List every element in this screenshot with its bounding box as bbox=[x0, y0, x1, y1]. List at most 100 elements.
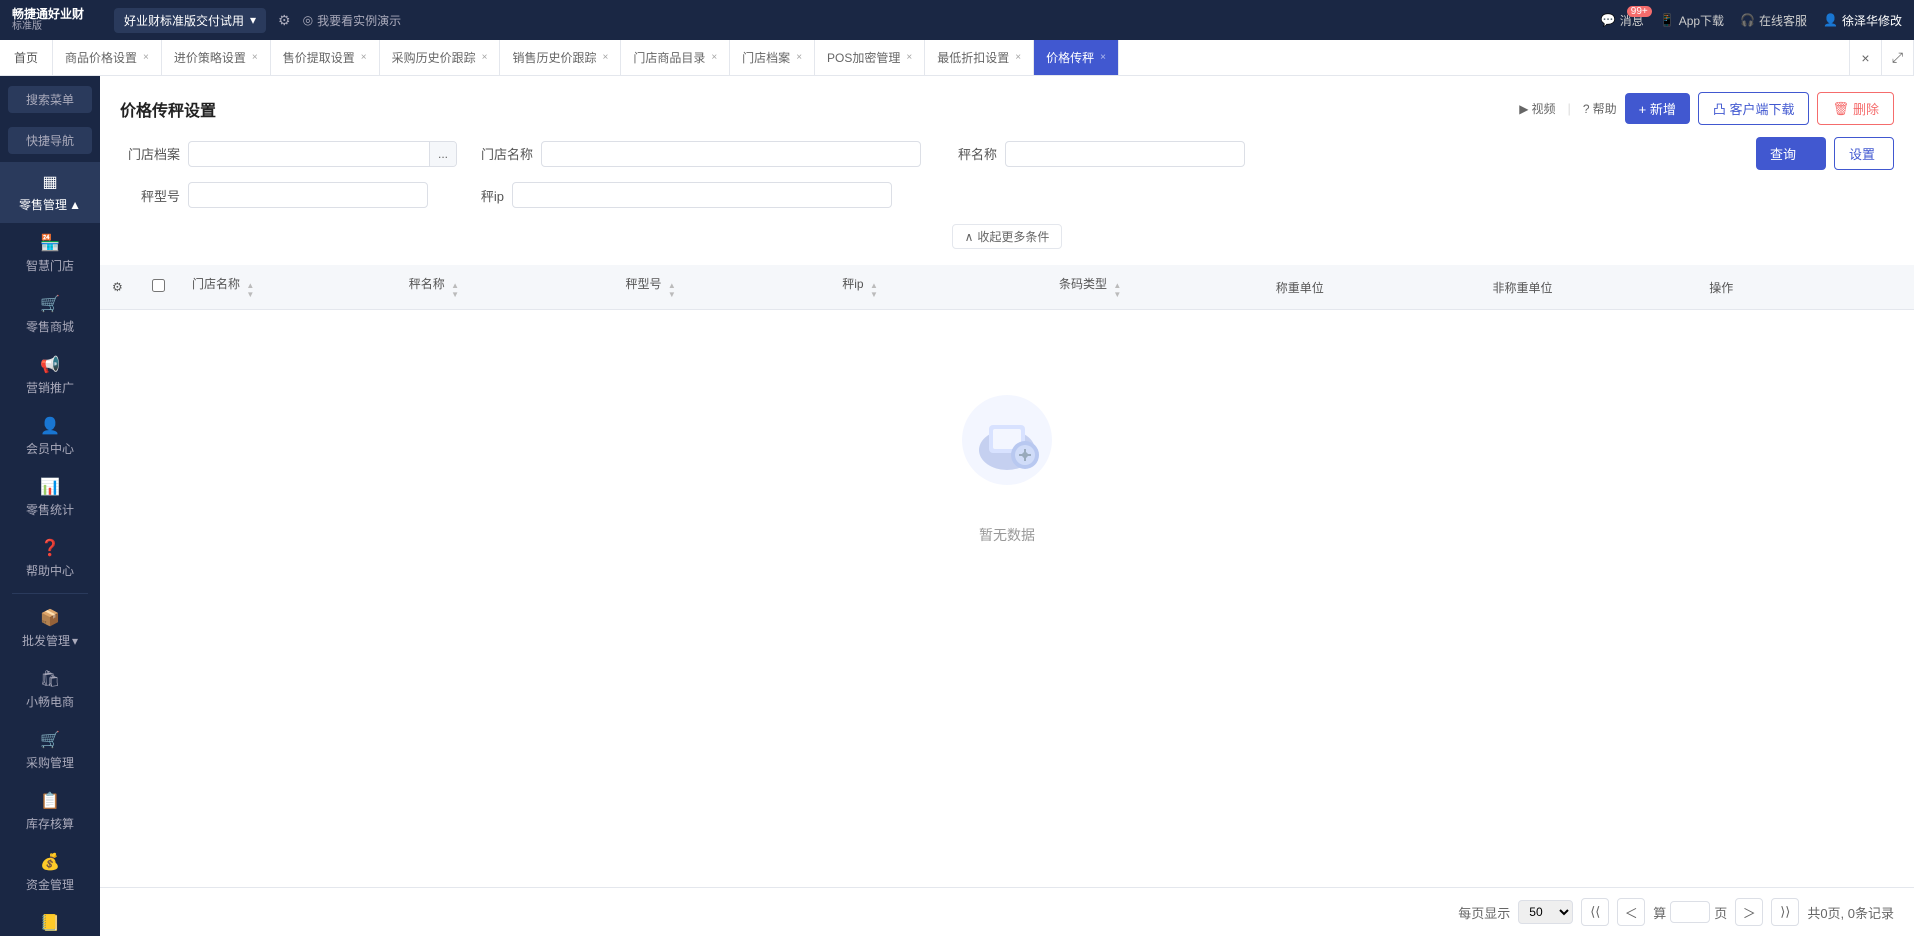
th-store-name[interactable]: 门店名称 ▲▼ bbox=[180, 265, 397, 310]
search-menu-button[interactable]: 搜索菜单 bbox=[8, 86, 92, 113]
tab-home[interactable]: 首页 bbox=[0, 40, 53, 76]
inventory-icon: 📋 bbox=[40, 791, 60, 811]
sidebar-item-retail-mall[interactable]: 🛒 零售商城 bbox=[0, 284, 100, 345]
stats-icon: 📊 bbox=[40, 477, 60, 497]
settings-button[interactable]: 设置 bbox=[1834, 137, 1894, 170]
close-icon[interactable]: × bbox=[143, 52, 149, 63]
user-icon: 👤 bbox=[1823, 13, 1838, 27]
last-page-button[interactable]: ⟩⟩ bbox=[1771, 898, 1799, 926]
tab-active[interactable]: 价格传秤 × bbox=[1034, 40, 1119, 76]
sort-icon: ▲▼ bbox=[668, 281, 676, 299]
filter-row-2: 秤型号 秤ip bbox=[120, 182, 1894, 208]
sidebar-item-retail-management[interactable]: ▦ 零售管理 ▲ bbox=[0, 162, 100, 223]
select-all-checkbox[interactable] bbox=[152, 279, 165, 292]
video-icon: ▶ bbox=[1519, 102, 1528, 116]
delete-button[interactable]: 🗑 删除 bbox=[1817, 92, 1894, 125]
scale-model-label: 秤型号 bbox=[120, 186, 180, 205]
query-button[interactable]: 查询 bbox=[1756, 137, 1826, 170]
close-icon[interactable]: × bbox=[796, 52, 802, 63]
tab-item[interactable]: 商品价格设置 × bbox=[53, 40, 162, 76]
logo-area: 畅捷通好业财 标准版 bbox=[12, 7, 102, 33]
filter-section: 价格传秤设置 ▶ 视频 | ? 帮助 + 新增 凸 客户端下载 bbox=[100, 76, 1914, 265]
sidebar-item-finance[interactable]: 💰 资金管理 bbox=[0, 842, 100, 903]
main-layout: 搜索菜单 快捷导航 ▦ 零售管理 ▲ 🏪 智慧门店 🛒 bbox=[0, 76, 1914, 936]
close-icon[interactable]: × bbox=[906, 52, 912, 63]
logo-sub: 标准版 bbox=[12, 21, 102, 33]
tab-item[interactable]: 门店商品目录 × bbox=[621, 40, 730, 76]
page-number-input[interactable]: 1 bbox=[1670, 901, 1710, 923]
store-file-dots-button[interactable]: ... bbox=[429, 142, 456, 166]
th-scale-model[interactable]: 秤型号 ▲▼ bbox=[614, 265, 831, 310]
tab-item[interactable]: POS加密管理 × bbox=[815, 40, 925, 76]
version-select[interactable]: 好业财标准版交付试用 ▾ bbox=[114, 8, 266, 33]
sidebar-item-inventory[interactable]: 📋 库存核算 bbox=[0, 781, 100, 842]
pagination-bar: 每页显示 10 20 50 100 ⟨⟨ ＜ 算 1 页 ＞ ⟩⟩ 共0页, 0… bbox=[100, 887, 1914, 936]
tab-bar: 首页 商品价格设置 × 进价策略设置 × 售价提取设置 × 采购历史价跟踪 × … bbox=[0, 40, 1914, 76]
first-page-button[interactable]: ⟨⟨ bbox=[1581, 898, 1609, 926]
sidebar-item-retail-stats[interactable]: 📊 零售统计 bbox=[0, 467, 100, 528]
user-menu[interactable]: 👤 徐泽华修改 bbox=[1823, 12, 1902, 29]
service-icon: 🎧 bbox=[1740, 13, 1755, 27]
sidebar-item-member-center[interactable]: 👤 会员中心 bbox=[0, 406, 100, 467]
th-scale-ip[interactable]: 秤ip ▲▼ bbox=[830, 265, 1047, 310]
page-size-label: 每页显示 bbox=[1458, 903, 1510, 922]
sidebar-item-help[interactable]: ❓ 帮助中心 bbox=[0, 528, 100, 589]
close-icon[interactable]: × bbox=[602, 52, 608, 63]
close-icon[interactable]: × bbox=[711, 52, 717, 63]
ecommerce-icon: 🛍 bbox=[40, 669, 60, 689]
sidebar: 搜索菜单 快捷导航 ▦ 零售管理 ▲ 🏪 智慧门店 🛒 bbox=[0, 76, 100, 936]
page-size-select[interactable]: 10 20 50 100 bbox=[1518, 900, 1573, 924]
store-file-label: 门店档案 bbox=[120, 144, 180, 163]
th-scale-name[interactable]: 秤名称 ▲▼ bbox=[397, 265, 614, 310]
online-service-button[interactable]: 🎧 在线客服 bbox=[1740, 12, 1807, 29]
tab-item[interactable]: 进价策略设置 × bbox=[162, 40, 271, 76]
arrow-icon: ▾ bbox=[72, 634, 78, 648]
quick-nav-area: 快捷导航 bbox=[0, 119, 100, 162]
close-icon[interactable]: × bbox=[1015, 52, 1021, 63]
sidebar-item-smart-store[interactable]: 🏪 智慧门店 bbox=[0, 223, 100, 284]
sidebar-item-ledger[interactable]: 📒 总账管理 bbox=[0, 903, 100, 936]
sidebar-item-ecommerce[interactable]: 🛍 小畅电商 bbox=[0, 659, 100, 720]
tab-item[interactable]: 销售历史价跟踪 × bbox=[500, 40, 621, 76]
scale-model-input[interactable] bbox=[188, 182, 428, 208]
next-page-button[interactable]: ＞ bbox=[1735, 898, 1763, 926]
sidebar-item-purchase[interactable]: 🛒 采购管理 bbox=[0, 720, 100, 781]
member-icon: 👤 bbox=[40, 416, 60, 436]
close-icon[interactable]: × bbox=[1100, 52, 1106, 63]
store-name-input[interactable] bbox=[541, 141, 921, 167]
sidebar-item-marketing[interactable]: 📢 营销推广 bbox=[0, 345, 100, 406]
close-icon[interactable]: × bbox=[252, 52, 258, 63]
th-checkbox[interactable] bbox=[140, 265, 180, 310]
prev-page-button[interactable]: ＜ bbox=[1617, 898, 1645, 926]
data-table: ⚙ 门店名称 ▲▼ 秤名称 ▲▼ 秤型号 ▲▼ bbox=[100, 265, 1914, 585]
gear-icon[interactable]: ⚙ bbox=[278, 12, 291, 29]
th-barcode-type[interactable]: 条码类型 ▲▼ bbox=[1047, 265, 1264, 310]
page-title: 价格传秤设置 bbox=[120, 97, 216, 121]
app-download-button[interactable]: 📱 App下载 bbox=[1660, 12, 1724, 29]
add-button[interactable]: + 新增 bbox=[1625, 93, 1690, 124]
th-settings[interactable]: ⚙ bbox=[100, 265, 140, 310]
tab-end-buttons: × ⤢ bbox=[1849, 40, 1914, 76]
demo-button[interactable]: ◎ 我要看实例演示 bbox=[303, 12, 402, 29]
scale-ip-input[interactable] bbox=[512, 182, 892, 208]
messages-button[interactable]: 💬 消息 99+ bbox=[1601, 12, 1644, 29]
expand-tabs-button[interactable]: ⤢ bbox=[1882, 40, 1914, 76]
close-icon[interactable]: × bbox=[482, 52, 488, 63]
quick-nav-button[interactable]: 快捷导航 bbox=[8, 127, 92, 154]
tab-item[interactable]: 门店档案 × bbox=[730, 40, 815, 76]
sidebar-item-wholesale[interactable]: 📦 批发管理 ▾ bbox=[0, 598, 100, 659]
help-link[interactable]: ? 帮助 bbox=[1583, 100, 1617, 117]
scale-name-input[interactable] bbox=[1005, 141, 1245, 167]
page-actions: ▶ 视频 | ? 帮助 + 新增 凸 客户端下载 🗑 删除 bbox=[1519, 92, 1894, 125]
tab-item[interactable]: 售价提取设置 × bbox=[271, 40, 380, 76]
tab-item[interactable]: 采购历史价跟踪 × bbox=[380, 40, 501, 76]
download-button[interactable]: 凸 客户端下载 bbox=[1698, 92, 1810, 125]
chevron-up-icon: ∧ bbox=[965, 230, 974, 244]
close-icon[interactable]: × bbox=[361, 52, 367, 63]
scale-ip-field: 秤ip bbox=[444, 182, 892, 208]
store-file-input[interactable] bbox=[189, 142, 429, 166]
close-tab-button[interactable]: × bbox=[1850, 40, 1882, 76]
video-link[interactable]: ▶ 视频 bbox=[1519, 100, 1555, 117]
collapse-button[interactable]: ∧ 收起更多条件 bbox=[952, 224, 1063, 249]
tab-item[interactable]: 最低折扣设置 × bbox=[925, 40, 1034, 76]
